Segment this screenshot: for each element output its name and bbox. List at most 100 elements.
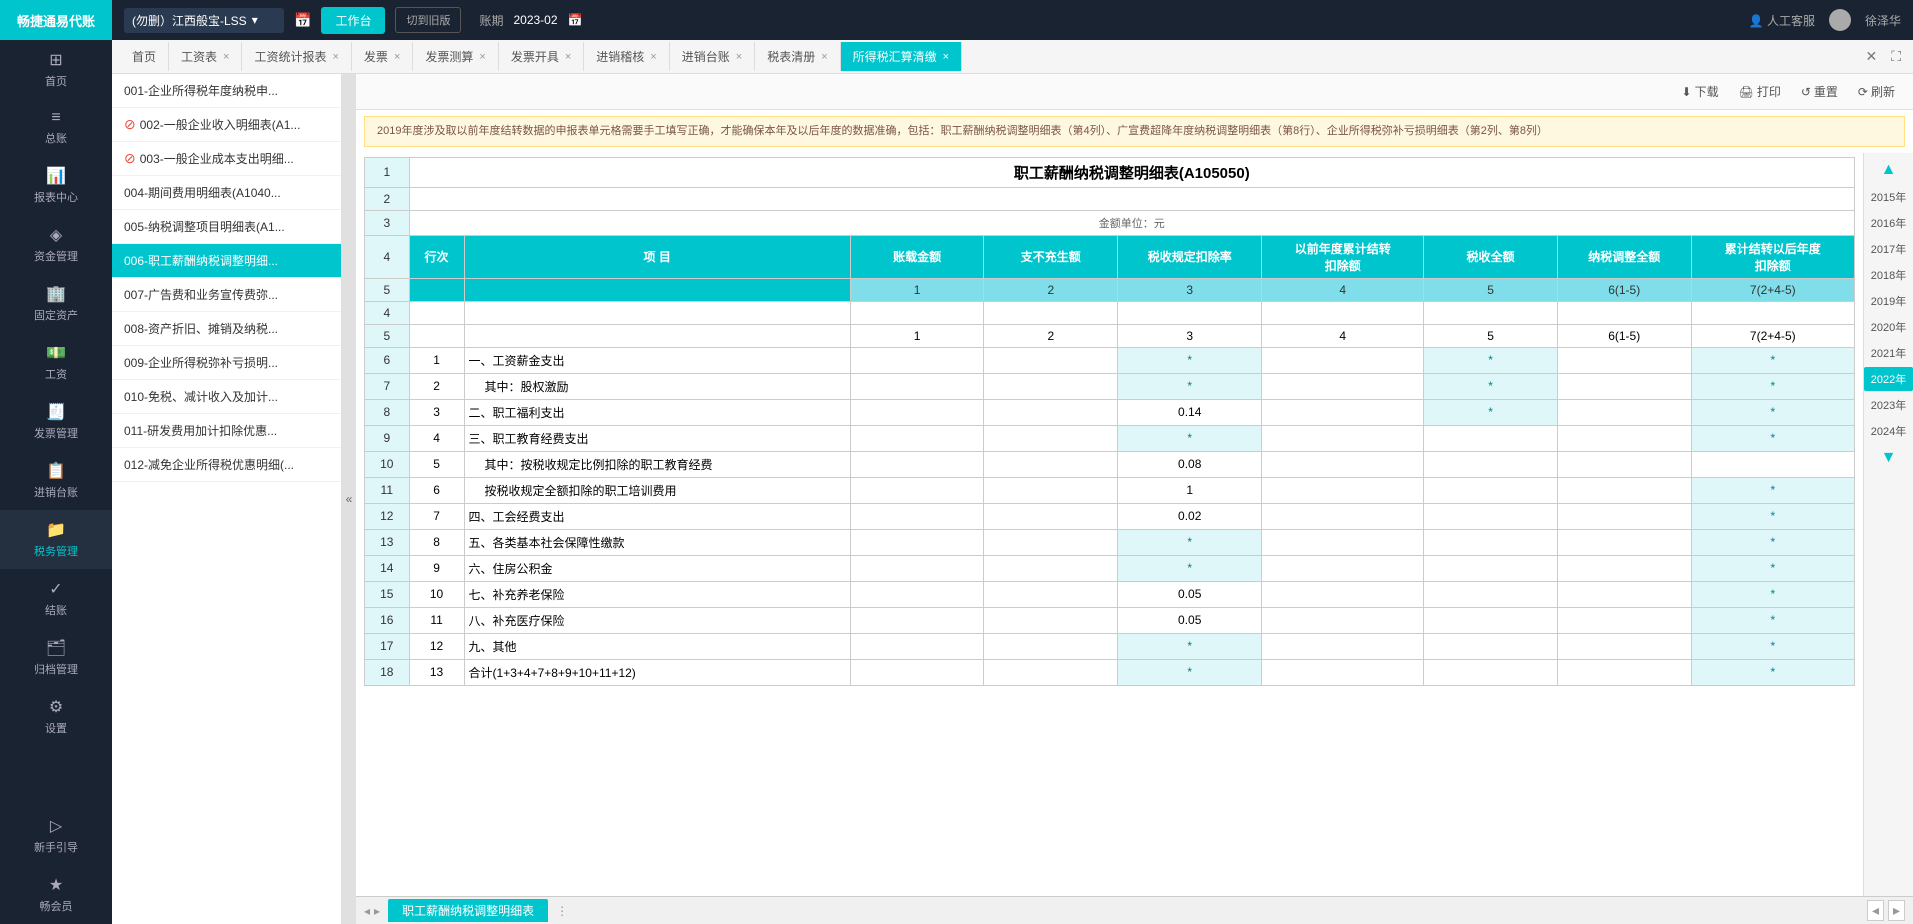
cell-18-I[interactable]: *	[1691, 659, 1854, 685]
cell-6-I[interactable]: *	[1691, 347, 1854, 373]
cell-7-E[interactable]: *	[1118, 373, 1262, 399]
cell-11-G[interactable]	[1424, 477, 1558, 503]
item-12[interactable]: 四、工会经费支出	[464, 503, 850, 529]
cell-7-D[interactable]	[984, 373, 1118, 399]
cell-5-H[interactable]: 6(1-5)	[1557, 324, 1691, 347]
left-item-010[interactable]: 010-免税、减计收入及加计...	[112, 380, 341, 414]
refresh-button[interactable]: ⟳ 刷新	[1852, 80, 1901, 103]
oldversion-button[interactable]: 切到旧版	[395, 7, 461, 33]
cell-18-G[interactable]	[1424, 659, 1558, 685]
tab-salary-sheet[interactable]: 工资表 ×	[169, 42, 242, 71]
cell-10-C[interactable]	[850, 451, 984, 477]
sidebar-item-tax[interactable]: 📁 税务管理	[0, 510, 112, 569]
cell-8-H[interactable]	[1557, 399, 1691, 425]
cell-12-F[interactable]	[1262, 503, 1424, 529]
cell-8-D[interactable]	[984, 399, 1118, 425]
cell-14-D[interactable]	[984, 555, 1118, 581]
cell-5-I[interactable]: 7(2+4-5)	[1691, 324, 1854, 347]
cell-17-G[interactable]	[1424, 633, 1558, 659]
cell-14-C[interactable]	[850, 555, 984, 581]
cell-7-G[interactable]: *	[1424, 373, 1558, 399]
cell-9-E[interactable]: *	[1118, 425, 1262, 451]
year-down-button[interactable]: ▼	[1877, 445, 1901, 471]
tab-invoice-close[interactable]: ×	[394, 51, 400, 63]
tab-invoice-calc-close[interactable]: ×	[479, 51, 485, 63]
cell-16-I[interactable]: *	[1691, 607, 1854, 633]
reset-button[interactable]: ↺ 重置	[1795, 80, 1844, 103]
cell-16-H[interactable]	[1557, 607, 1691, 633]
cell-16-G[interactable]	[1424, 607, 1558, 633]
left-item-002[interactable]: ⊘ 002-一般企业收入明细表(A1...	[112, 108, 341, 142]
nav-right-icon[interactable]: ▸	[374, 904, 380, 918]
company-selector[interactable]: (勿删）江西般宝-LSS ▾	[124, 8, 284, 33]
cell-10-G[interactable]	[1424, 451, 1558, 477]
year-2023[interactable]: 2023年	[1864, 393, 1913, 417]
sidebar-item-member[interactable]: ★ 畅会员	[0, 865, 112, 924]
cell-6-H[interactable]	[1557, 347, 1691, 373]
cell-7-H[interactable]	[1557, 373, 1691, 399]
item-4[interactable]	[464, 301, 850, 324]
cell-15-E[interactable]: 0.05	[1118, 581, 1262, 607]
cell-11-F[interactable]	[1262, 477, 1424, 503]
cell-11-C[interactable]	[850, 477, 984, 503]
cell-14-E[interactable]: *	[1118, 555, 1262, 581]
cell-17-F[interactable]	[1262, 633, 1424, 659]
cell-4-C[interactable]	[850, 301, 984, 324]
year-2021[interactable]: 2021年	[1864, 341, 1913, 365]
cell-8-C[interactable]	[850, 399, 984, 425]
cell-7-C[interactable]	[850, 373, 984, 399]
tab-close-btn[interactable]: ✕	[1861, 46, 1881, 67]
left-item-009[interactable]: 009-企业所得税弥补亏损明...	[112, 346, 341, 380]
cell-18-D[interactable]	[984, 659, 1118, 685]
cell-8-E[interactable]: 0.14	[1118, 399, 1262, 425]
tab-ledger[interactable]: 进销台账 ×	[670, 42, 755, 71]
sidebar-item-purchsale[interactable]: 📋 进销台账	[0, 451, 112, 510]
tab-income-tax-close[interactable]: ×	[943, 51, 949, 63]
cell-10-D[interactable]	[984, 451, 1118, 477]
scroll-right-btn[interactable]: ▸	[1888, 900, 1905, 921]
cell-4-D[interactable]	[984, 301, 1118, 324]
cell-4-E[interactable]	[1118, 301, 1262, 324]
year-up-button[interactable]: ▲	[1877, 157, 1901, 183]
left-item-011[interactable]: 011-研发费用加计扣除优惠...	[112, 414, 341, 448]
cell-10-F[interactable]	[1262, 451, 1424, 477]
cell-14-F[interactable]	[1262, 555, 1424, 581]
cell-14-I[interactable]: *	[1691, 555, 1854, 581]
cell-6-C[interactable]	[850, 347, 984, 373]
cell-18-H[interactable]	[1557, 659, 1691, 685]
cell-4-F[interactable]	[1262, 301, 1424, 324]
collapse-button[interactable]: «	[342, 74, 356, 924]
tab-invoice[interactable]: 发票 ×	[352, 42, 413, 71]
cell-14-G[interactable]	[1424, 555, 1558, 581]
cell-15-H[interactable]	[1557, 581, 1691, 607]
tab-salary-report-close[interactable]: ×	[332, 51, 338, 63]
cell-5-C[interactable]: 1	[850, 324, 984, 347]
tab-audit-close[interactable]: ×	[650, 51, 656, 63]
cell-18-C[interactable]	[850, 659, 984, 685]
cell-7-I[interactable]: *	[1691, 373, 1854, 399]
sidebar-item-settings[interactable]: ⚙ 设置	[0, 687, 112, 746]
sidebar-item-salary[interactable]: 💵 工资	[0, 333, 112, 392]
cell-8-F[interactable]	[1262, 399, 1424, 425]
cell-9-D[interactable]	[984, 425, 1118, 451]
workspace-button[interactable]: 工作台	[321, 7, 385, 34]
tab-income-tax[interactable]: 所得税汇算清缴 ×	[841, 42, 962, 71]
year-2017[interactable]: 2017年	[1864, 237, 1913, 261]
cell-17-E[interactable]: *	[1118, 633, 1262, 659]
year-2016[interactable]: 2016年	[1864, 211, 1913, 235]
cell-6-F[interactable]	[1262, 347, 1424, 373]
cell-12-D[interactable]	[984, 503, 1118, 529]
tab-salary-sheet-close[interactable]: ×	[223, 51, 229, 63]
cell-16-E[interactable]: 0.05	[1118, 607, 1262, 633]
item-10[interactable]: 其中：按税收规定比例扣除的职工教育经费	[464, 451, 850, 477]
year-2015[interactable]: 2015年	[1864, 185, 1913, 209]
cell-9-H[interactable]	[1557, 425, 1691, 451]
cell-17-C[interactable]	[850, 633, 984, 659]
item-17[interactable]: 九、其他	[464, 633, 850, 659]
sidebar-item-assets[interactable]: 🏢 固定资产	[0, 274, 112, 333]
year-2018[interactable]: 2018年	[1864, 263, 1913, 287]
item-8[interactable]: 二、职工福利支出	[464, 399, 850, 425]
tab-home[interactable]: 首页	[120, 42, 169, 71]
print-button[interactable]: 🖨 打印	[1733, 80, 1787, 103]
download-button[interactable]: ⬇ 下载	[1676, 80, 1725, 103]
